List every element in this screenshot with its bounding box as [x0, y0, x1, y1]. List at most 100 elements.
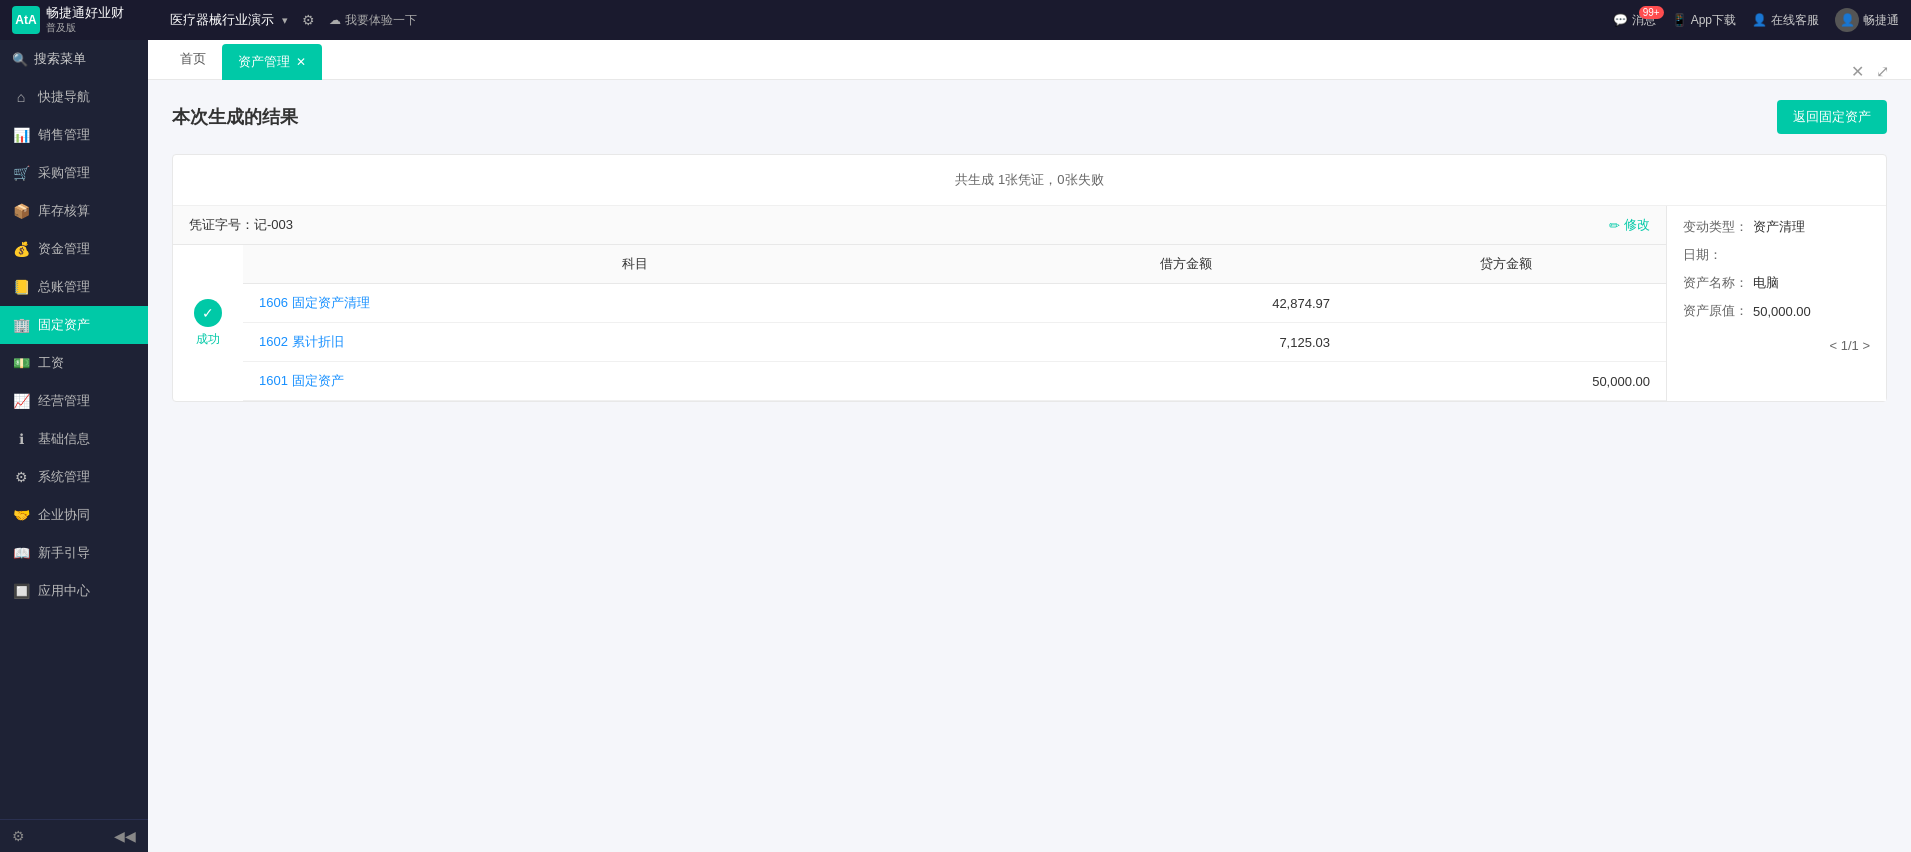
logo-abbr: AtA — [15, 13, 36, 27]
edit-voucher-button[interactable]: ✏ 修改 — [1609, 216, 1650, 234]
edit-label: 修改 — [1624, 216, 1650, 234]
date-label: 日期： — [1683, 246, 1753, 264]
back-to-fixed-assets-button[interactable]: 返回固定资产 — [1777, 100, 1887, 134]
header-middle: 医疗器械行业演示 ▾ ⚙ ☁ 我要体验一下 — [160, 10, 1613, 30]
credit-cell: 50,000.00 — [1346, 362, 1666, 401]
success-col: ✓ 成功 — [173, 245, 243, 401]
fixed-assets-label: 固定资产 — [38, 316, 90, 334]
experience-button[interactable]: ☁ 我要体验一下 — [329, 12, 417, 29]
tab-close-icon[interactable]: ✕ — [296, 55, 306, 69]
sidebar-item-general-ledger[interactable]: 📒 总账管理 — [0, 268, 148, 306]
debit-cell: 42,874.97 — [1026, 284, 1346, 323]
page-content: ✕ ⤢ 本次生成的结果 返回固定资产 共生成 1张凭证，0张失败 凭证字号：记-… — [148, 80, 1911, 852]
logo-icon: AtA — [12, 6, 40, 34]
fixed-assets-icon: 🏢 — [12, 316, 30, 334]
inventory-label: 库存核算 — [38, 202, 90, 220]
sales-icon: 📊 — [12, 126, 30, 144]
operation-label: 经营管理 — [38, 392, 90, 410]
finance-label: 资金管理 — [38, 240, 90, 258]
close-window-button[interactable]: ✕ — [1849, 80, 1866, 83]
search-label: 搜索菜单 — [34, 50, 86, 68]
sidebar-collapse-icon[interactable]: ◀◀ — [114, 828, 136, 844]
user-menu[interactable]: 👤 畅捷通 — [1835, 8, 1899, 32]
company-dropdown-icon[interactable]: ▾ — [282, 14, 288, 27]
page-title: 本次生成的结果 — [172, 105, 298, 129]
logo-area: AtA 畅捷通好业财 普及版 — [12, 5, 160, 35]
experience-label: 我要体验一下 — [345, 12, 417, 29]
debit-cell — [1026, 362, 1346, 401]
quick-nav-icon: ⌂ — [12, 88, 30, 106]
pagination[interactable]: < 1/1 > — [1683, 330, 1870, 361]
company-settings-button[interactable]: ⚙ — [296, 10, 321, 30]
sidebar-item-fixed-assets[interactable]: 🏢 固定资产 — [0, 306, 148, 344]
app-center-label: 应用中心 — [38, 582, 90, 600]
inventory-icon: 📦 — [12, 202, 30, 220]
tab-home[interactable]: 首页 — [164, 40, 222, 80]
purchase-label: 采购管理 — [38, 164, 90, 182]
col-credit: 贷方金额 — [1346, 245, 1666, 284]
change-type-value: 资产清理 — [1753, 218, 1805, 236]
online-service-icon: 👤 — [1752, 13, 1767, 27]
sidebar-item-system[interactable]: ⚙ 系统管理 — [0, 458, 148, 496]
experience-icon: ☁ — [329, 13, 341, 27]
tab-asset-management[interactable]: 资产管理 ✕ — [222, 44, 322, 80]
basic-info-icon: ℹ — [12, 430, 30, 448]
app-download-button[interactable]: 📱 App下载 — [1672, 12, 1736, 29]
purchase-icon: 🛒 — [12, 164, 30, 182]
result-panel: 共生成 1张凭证，0张失败 凭证字号：记-003 ✏ 修改 — [172, 154, 1887, 402]
table-row: 1606 固定资产清理 42,874.97 — [243, 284, 1666, 323]
voucher-section: 凭证字号：记-003 ✏ 修改 ✓ 成功 — [173, 206, 1886, 401]
message-button[interactable]: 💬 消息 99+ — [1613, 12, 1656, 29]
asset-name-value: 电脑 — [1753, 274, 1779, 292]
sidebar-item-basic-info[interactable]: ℹ 基础信息 — [0, 420, 148, 458]
basic-info-label: 基础信息 — [38, 430, 90, 448]
table-row: 1602 累计折旧 7,125.03 — [243, 323, 1666, 362]
message-badge: 99+ — [1639, 6, 1664, 19]
sidebar-item-inventory[interactable]: 📦 库存核算 — [0, 192, 148, 230]
online-service-button[interactable]: 👤 在线客服 — [1752, 12, 1819, 29]
tab-asset-label: 资产管理 — [238, 53, 290, 71]
guide-icon: 📖 — [12, 544, 30, 562]
credit-cell — [1346, 284, 1666, 323]
voucher-row-wrapper: ✓ 成功 科目 借方金额 贷方金额 — [173, 245, 1666, 401]
voucher-side-panel: 变动类型： 资产清理 日期： 资产名称： 电脑 资产原值： — [1666, 206, 1886, 401]
sidebar-item-quick-nav[interactable]: ⌂ 快捷导航 — [0, 78, 148, 116]
voucher-table: 科目 借方金额 贷方金额 1606 固定资产清理 42,874.97 1602 … — [243, 245, 1666, 401]
col-subject: 科目 — [243, 245, 1026, 284]
enterprise-label: 企业协同 — [38, 506, 90, 524]
finance-icon: 💰 — [12, 240, 30, 258]
subject-cell[interactable]: 1606 固定资产清理 — [243, 284, 1026, 323]
sales-label: 销售管理 — [38, 126, 90, 144]
sidebar-item-payroll[interactable]: 💵 工资 — [0, 344, 148, 382]
edit-icon: ✏ — [1609, 218, 1620, 233]
enterprise-icon: 🤝 — [12, 506, 30, 524]
top-header: AtA 畅捷通好业财 普及版 医疗器械行业演示 ▾ ⚙ ☁ 我要体验一下 💬 消… — [0, 0, 1911, 40]
asset-name-label: 资产名称： — [1683, 274, 1753, 292]
sidebar-item-enterprise[interactable]: 🤝 企业协同 — [0, 496, 148, 534]
app-name: 畅捷通好业财 — [46, 5, 124, 21]
sidebar-item-operation[interactable]: 📈 经营管理 — [0, 382, 148, 420]
general-ledger-icon: 📒 — [12, 278, 30, 296]
voucher-number: 凭证字号：记-003 — [189, 216, 293, 234]
subject-cell[interactable]: 1601 固定资产 — [243, 362, 1026, 401]
app-download-icon: 📱 — [1672, 13, 1687, 27]
sidebar-item-purchase[interactable]: 🛒 采购管理 — [0, 154, 148, 192]
table-row: 1601 固定资产 50,000.00 — [243, 362, 1666, 401]
main-layout: 🔍 搜索菜单 ⌂ 快捷导航 📊 销售管理 🛒 采购管理 📦 库存核算 💰 资金管… — [0, 40, 1911, 852]
tab-home-label: 首页 — [180, 50, 206, 68]
sidebar-item-app-center[interactable]: 🔲 应用中心 — [0, 572, 148, 610]
subject-cell[interactable]: 1602 累计折旧 — [243, 323, 1026, 362]
general-ledger-label: 总账管理 — [38, 278, 90, 296]
company-name: 医疗器械行业演示 — [170, 11, 274, 29]
sidebar-search[interactable]: 🔍 搜索菜单 — [0, 40, 148, 78]
sidebar-item-sales[interactable]: 📊 销售管理 — [0, 116, 148, 154]
header-right: 💬 消息 99+ 📱 App下载 👤 在线客服 👤 畅捷通 — [1613, 8, 1899, 32]
message-icon: 💬 — [1613, 13, 1628, 27]
logo-text-block: 畅捷通好业财 普及版 — [46, 5, 124, 35]
expand-window-button[interactable]: ⤢ — [1874, 80, 1891, 83]
sidebar-item-finance[interactable]: 💰 资金管理 — [0, 230, 148, 268]
tab-bar: 首页 资产管理 ✕ — [148, 40, 1911, 80]
settings-bottom-icon[interactable]: ⚙ — [12, 828, 25, 844]
sidebar-item-guide[interactable]: 📖 新手引导 — [0, 534, 148, 572]
sidebar-nav: ⌂ 快捷导航 📊 销售管理 🛒 采购管理 📦 库存核算 💰 资金管理 📒 总账管… — [0, 78, 148, 610]
